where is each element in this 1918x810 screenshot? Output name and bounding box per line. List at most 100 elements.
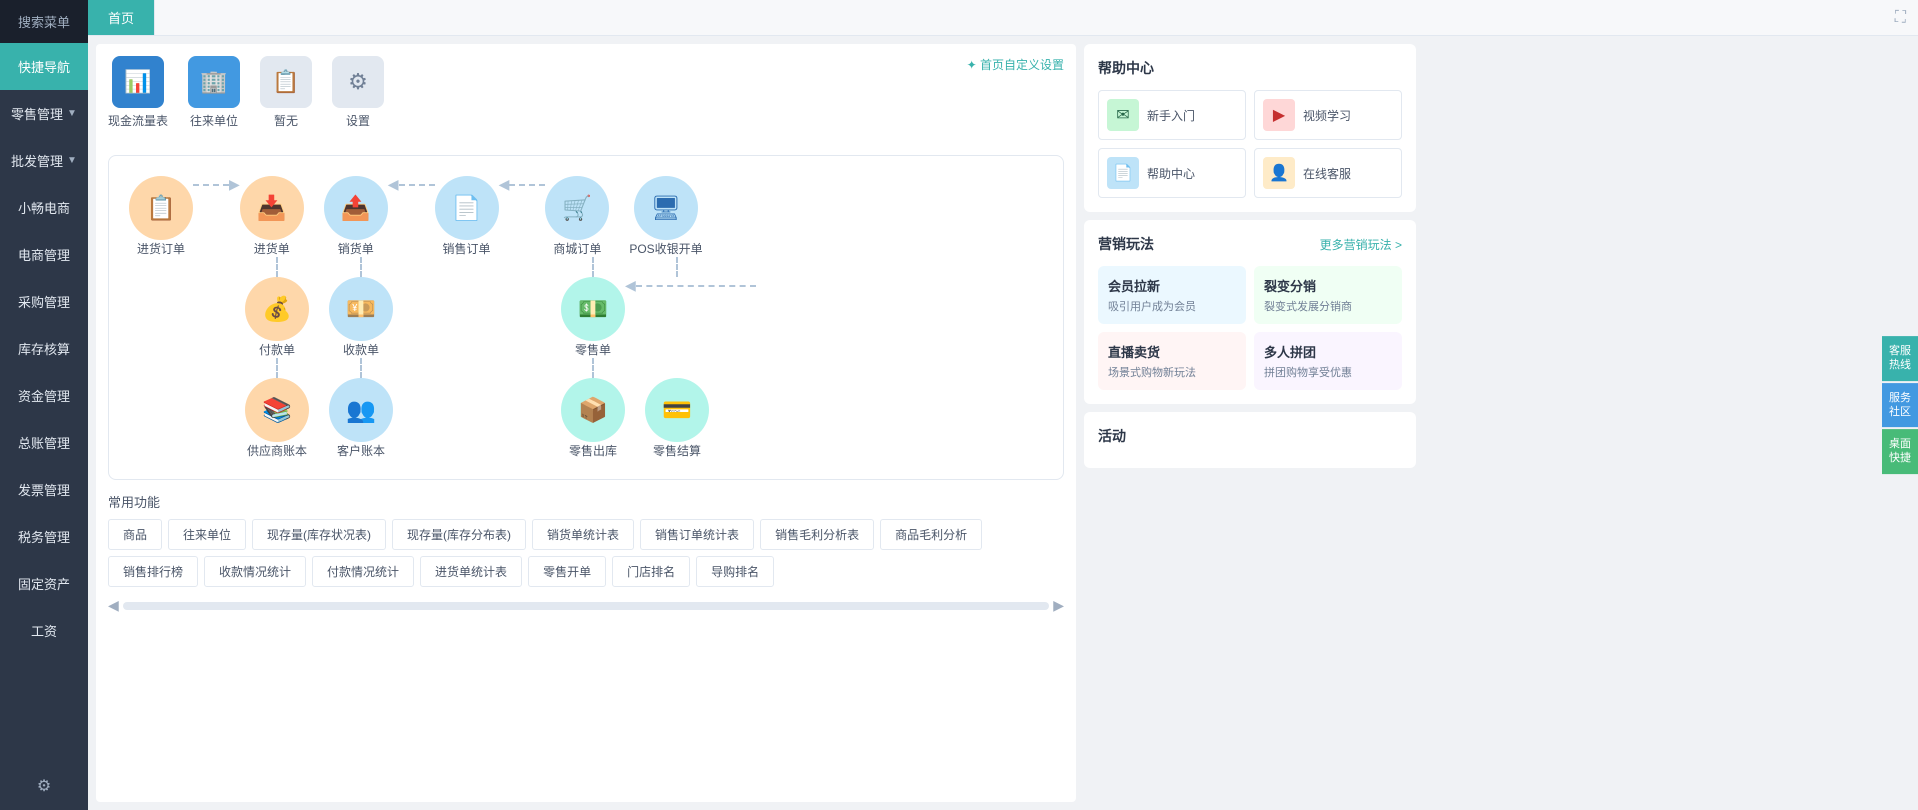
help-item-help[interactable]: 📄 帮助中心 xyxy=(1098,148,1246,198)
flow-node-sales[interactable]: 📤 销货单 xyxy=(324,176,388,257)
sidebar-item-finance[interactable]: 资金管理 xyxy=(0,372,88,419)
beginner-icon: ✉ xyxy=(1107,99,1139,131)
flow-node-receipt[interactable]: 💴 收款单 xyxy=(329,277,393,358)
quick-nav-empty[interactable]: 📋 暂无 xyxy=(260,56,312,129)
common-functions: 常用功能 商品 往来单位 现存量(库存状况表) 现存量(库存分布表) 销货单统计… xyxy=(108,492,1064,587)
retail-out-label: 零售出库 xyxy=(569,442,617,459)
func-btn-retail-order[interactable]: 零售开单 xyxy=(528,556,606,587)
main-area: 首页 ⛶ 📊 现金流量表 🏢 往来单位 📋 xyxy=(88,0,1918,810)
sidebar-item-label: 小畅电商 xyxy=(18,198,70,217)
quick-nav-cashflow[interactable]: 📊 现金流量表 xyxy=(108,56,168,129)
help-item-beginner[interactable]: ✉ 新手入门 xyxy=(1098,90,1246,140)
fullscreen-button[interactable]: ⛶ xyxy=(1883,9,1918,27)
sidebar-item-label: 库存核算 xyxy=(18,339,70,358)
func-btn-sales-order-stat[interactable]: 销售订单统计表 xyxy=(640,519,754,550)
scroll-right-arrow[interactable]: ▶ xyxy=(1053,597,1064,614)
func-btn-stock1[interactable]: 现存量(库存状况表) xyxy=(252,519,386,550)
live-desc: 场景式购物新玩法 xyxy=(1108,364,1236,380)
sidebar-item-general-ledger[interactable]: 总账管理 xyxy=(0,419,88,466)
flow-node-retail[interactable]: 💵 零售单 xyxy=(561,277,625,358)
func-btn-goods[interactable]: 商品 xyxy=(108,519,162,550)
marketing-group[interactable]: 多人拼团 拼团购物享受优惠 xyxy=(1254,332,1402,390)
help-title: 帮助中心 xyxy=(1098,58,1402,78)
mall-order-label: 商城订单 xyxy=(553,240,601,257)
func-btn-purchase-stat[interactable]: 进货单统计表 xyxy=(420,556,522,587)
settings-button[interactable]: ⚙ xyxy=(0,762,88,810)
tab-home[interactable]: 首页 xyxy=(88,0,155,35)
fission-desc: 裂变式发展分销商 xyxy=(1264,298,1392,314)
func-btn-sales-profit[interactable]: 销售毛利分析表 xyxy=(760,519,874,550)
sidebar-item-invoice[interactable]: 发票管理 xyxy=(0,466,88,513)
marketing-title: 营销玩法 xyxy=(1098,234,1154,254)
marketing-live[interactable]: 直播卖货 场景式购物新玩法 xyxy=(1098,332,1246,390)
sidebar-item-assets[interactable]: 固定资产 xyxy=(0,560,88,607)
func-btn-stock2[interactable]: 现存量(库存分布表) xyxy=(392,519,526,550)
flow-node-supplier-account[interactable]: 📚 供应商账本 xyxy=(245,378,309,459)
quick-nav-units[interactable]: 🏢 往来单位 xyxy=(188,56,240,129)
marketing-grid: 会员拉新 吸引用户成为会员 裂变分销 裂变式发展分销商 直播卖货 场景式购物新玩… xyxy=(1098,266,1402,390)
sidebar-item-label: 资金管理 xyxy=(18,386,70,405)
quick-nav-settings[interactable]: ⚙ 设置 xyxy=(332,56,384,129)
activity-title: 活动 xyxy=(1098,426,1402,446)
func-btn-store-rank[interactable]: 门店排名 xyxy=(612,556,690,587)
sidebar-item-wholesale[interactable]: 批发管理 ▼ xyxy=(0,137,88,184)
flow-node-payment[interactable]: 💰 付款单 xyxy=(245,277,309,358)
scroll-left-arrow[interactable]: ◀ xyxy=(108,597,119,614)
flow-diagram: 📋 进货订单 ▶ 📥 进货单 xyxy=(108,155,1064,480)
purchase-order-icon: 📋 xyxy=(129,176,193,240)
flow-node-purchase-order[interactable]: 📋 进货订单 xyxy=(129,176,193,257)
home-customize-button[interactable]: ✦ 首页自定义设置 xyxy=(967,56,1064,73)
func-btn-units[interactable]: 往来单位 xyxy=(168,519,246,550)
func-btn-receipt-stat[interactable]: 收款情况统计 xyxy=(204,556,306,587)
scroll-track[interactable] xyxy=(123,602,1049,610)
more-marketing-link[interactable]: 更多营销玩法 > xyxy=(1320,236,1402,253)
help-item-video[interactable]: ▶ 视频学习 xyxy=(1254,90,1402,140)
float-btn-desktop[interactable]: 桌面快捷 xyxy=(1882,429,1918,474)
sales-icon: 📤 xyxy=(324,176,388,240)
flow-node-pos[interactable]: 🖥 POS收银开单 xyxy=(629,176,702,257)
sidebar-item-xiaochange[interactable]: 小畅电商 xyxy=(0,184,88,231)
func-btn-goods-profit[interactable]: 商品毛利分析 xyxy=(880,519,982,550)
sidebar-item-label: 零售管理 xyxy=(11,104,63,123)
flow-node-customer-account[interactable]: 👥 客户账本 xyxy=(329,378,393,459)
sidebar-item-label: 快捷导航 xyxy=(18,57,70,76)
sidebar-item-tax[interactable]: 税务管理 xyxy=(0,513,88,560)
marketing-header: 营销玩法 更多营销玩法 > xyxy=(1098,234,1402,254)
sidebar-item-payroll[interactable]: 工资 xyxy=(0,607,88,654)
help-center-card: 帮助中心 ✉ 新手入门 ▶ 视频学习 📄 帮助中心 👤 xyxy=(1084,44,1416,212)
flow-node-retail-out[interactable]: 📦 零售出库 xyxy=(561,378,625,459)
receipt-icon: 💴 xyxy=(329,277,393,341)
func-btn-sales-rank[interactable]: 销售排行榜 xyxy=(108,556,198,587)
flow-node-mall-order[interactable]: 🛒 商城订单 xyxy=(545,176,609,257)
float-btn-customer-service[interactable]: 客服热线 xyxy=(1882,336,1918,381)
gear-icon: ⚙ xyxy=(332,56,384,108)
help-item-support[interactable]: 👤 在线客服 xyxy=(1254,148,1402,198)
float-btn-community[interactable]: 服务社区 xyxy=(1882,383,1918,428)
purchase-order-label: 进货订单 xyxy=(137,240,185,257)
flow-node-sales-order[interactable]: 📄 销售订单 xyxy=(435,176,499,257)
func-btn-payment-stat[interactable]: 付款情况统计 xyxy=(312,556,414,587)
help-label: 帮助中心 xyxy=(1147,165,1195,182)
flow-node-retail-settle[interactable]: 💳 零售结算 xyxy=(645,378,709,459)
func-btn-guide-rank[interactable]: 导购排名 xyxy=(696,556,774,587)
sidebar-item-label: 工资 xyxy=(31,621,57,640)
marketing-member[interactable]: 会员拉新 吸引用户成为会员 xyxy=(1098,266,1246,324)
sidebar-item-ecommerce[interactable]: 电商管理 xyxy=(0,231,88,278)
flow-node-purchase[interactable]: 📥 进货单 xyxy=(240,176,304,257)
scrollbar-row: ◀ ▶ xyxy=(108,597,1064,614)
customer-account-label: 客户账本 xyxy=(337,442,385,459)
sidebar-item-label: 发票管理 xyxy=(18,480,70,499)
sidebar-item-retail[interactable]: 零售管理 ▼ xyxy=(0,90,88,137)
marketing-fission[interactable]: 裂变分销 裂变式发展分销商 xyxy=(1254,266,1402,324)
sidebar-item-purchase[interactable]: 采购管理 xyxy=(0,278,88,325)
search-menu-button[interactable]: 搜索菜单 xyxy=(0,0,88,43)
help-grid: ✉ 新手入门 ▶ 视频学习 📄 帮助中心 👤 在线客服 xyxy=(1098,90,1402,198)
purchase-label: 进货单 xyxy=(254,240,290,257)
empty-label: 暂无 xyxy=(274,112,298,129)
beginner-label: 新手入门 xyxy=(1147,107,1195,124)
sidebar-item-quick-nav[interactable]: 快捷导航 xyxy=(0,43,88,90)
func-btn-sales-stat[interactable]: 销货单统计表 xyxy=(532,519,634,550)
sales-order-icon: 📄 xyxy=(435,176,499,240)
sidebar-item-inventory[interactable]: 库存核算 xyxy=(0,325,88,372)
group-title: 多人拼团 xyxy=(1264,342,1392,361)
